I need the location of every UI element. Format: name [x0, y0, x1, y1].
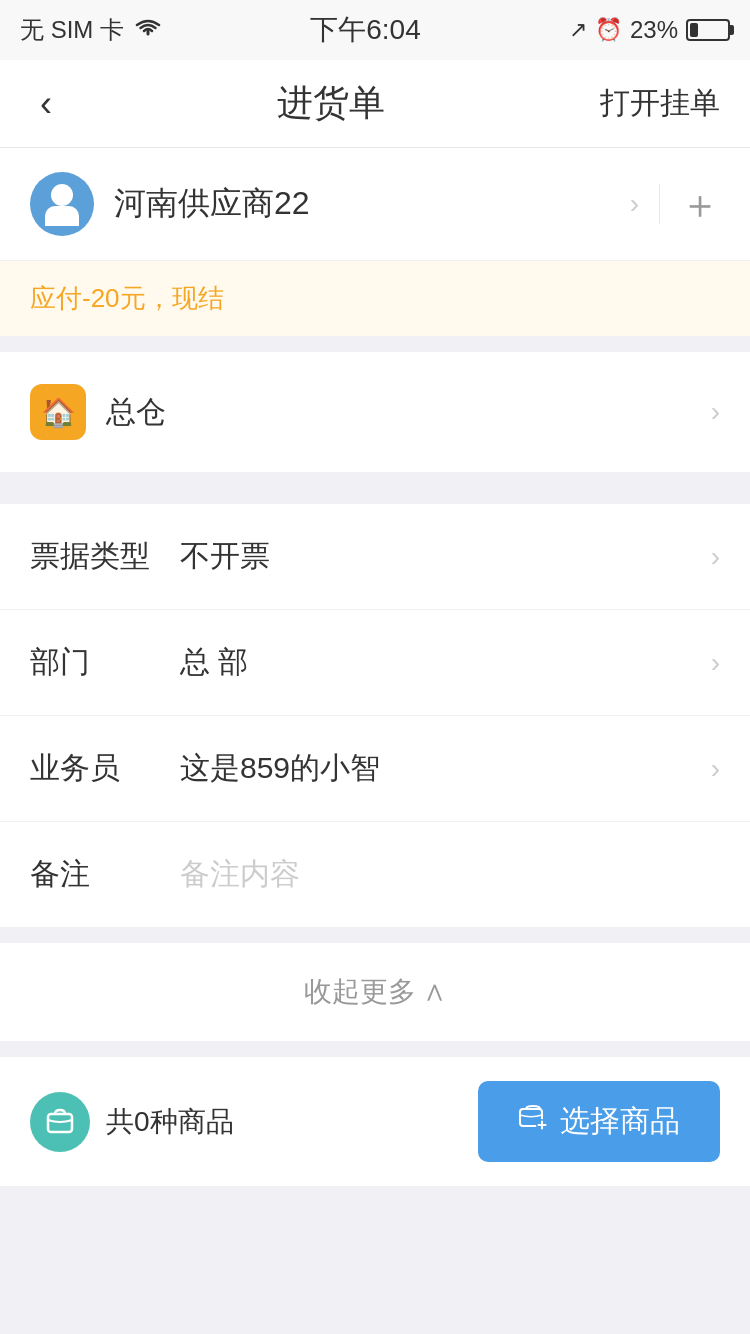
salesperson-chevron: ›	[711, 753, 720, 785]
supplier-chevron-icon: ›	[630, 188, 639, 220]
back-button[interactable]: ‹	[30, 73, 62, 135]
salesperson-row[interactable]: 业务员 这是859的小智 ›	[0, 716, 750, 822]
invoice-type-value: 不开票	[160, 536, 711, 577]
goods-count: 共0种商品	[30, 1092, 234, 1152]
form-section: 票据类型 不开票 › 部门 总 部 › 业务员 这是859的小智 › 备注 备注…	[0, 504, 750, 927]
notice-bar: 应付-20元，现结	[0, 261, 750, 336]
collapse-label: 收起更多 ∧	[304, 973, 447, 1011]
open-pending-button[interactable]: 打开挂单	[600, 83, 720, 124]
remark-label: 备注	[30, 854, 160, 895]
status-right: ↗ ⏰ 23%	[569, 16, 730, 44]
select-goods-label: 选择商品	[560, 1101, 680, 1142]
salesperson-value: 这是859的小智	[160, 748, 711, 789]
invoice-type-label: 票据类型	[30, 536, 160, 577]
supplier-name: 河南供应商22	[114, 182, 630, 226]
battery-label: 23%	[630, 16, 678, 44]
supplier-actions: › ＋	[630, 177, 720, 232]
supplier-section: 河南供应商22 › ＋ 应付-20元，现结	[0, 148, 750, 336]
warehouse-chevron-icon: ›	[711, 396, 720, 428]
location-icon: ↗	[569, 17, 587, 43]
select-goods-icon	[518, 1103, 548, 1140]
add-supplier-button[interactable]: ＋	[680, 177, 720, 232]
status-bar: 无 SIM 卡 下午6:04 ↗ ⏰ 23%	[0, 0, 750, 60]
department-chevron: ›	[711, 647, 720, 679]
page-title: 进货单	[277, 79, 385, 128]
carrier-label: 无 SIM 卡	[20, 14, 124, 46]
select-goods-button[interactable]: 选择商品	[478, 1081, 720, 1162]
wifi-icon	[134, 16, 162, 44]
supplier-row[interactable]: 河南供应商22 › ＋	[0, 148, 750, 261]
department-label: 部门	[30, 642, 160, 683]
nav-bar: ‹ 进货单 打开挂单	[0, 60, 750, 148]
section-gap-2	[0, 488, 750, 504]
goods-icon	[30, 1092, 90, 1152]
status-left: 无 SIM 卡	[20, 14, 162, 46]
bottom-bar: 共0种商品 选择商品	[0, 1057, 750, 1186]
remark-input[interactable]: 备注内容	[160, 854, 720, 895]
content: 河南供应商22 › ＋ 应付-20元，现结 🏠 总仓 › 票据类型	[0, 148, 750, 1186]
warehouse-row[interactable]: 🏠 总仓 ›	[0, 352, 750, 472]
invoice-type-chevron: ›	[711, 541, 720, 573]
warehouse-section: 🏠 总仓 ›	[0, 352, 750, 472]
divider	[659, 184, 660, 224]
avatar-person-icon	[38, 180, 86, 228]
house-icon: 🏠	[41, 396, 76, 429]
warehouse-name: 总仓	[106, 392, 711, 433]
status-time: 下午6:04	[310, 11, 421, 49]
salesperson-label: 业务员	[30, 748, 160, 789]
department-value: 总 部	[160, 642, 711, 683]
section-gap-1	[0, 336, 750, 352]
warehouse-icon: 🏠	[30, 384, 86, 440]
department-row[interactable]: 部门 总 部 ›	[0, 610, 750, 716]
collapse-row[interactable]: 收起更多 ∧	[0, 943, 750, 1041]
goods-count-label: 共0种商品	[106, 1103, 234, 1141]
remark-row[interactable]: 备注 备注内容	[0, 822, 750, 927]
supplier-avatar	[30, 172, 94, 236]
invoice-type-row[interactable]: 票据类型 不开票 ›	[0, 504, 750, 610]
alarm-icon: ⏰	[595, 17, 622, 43]
battery-icon	[686, 19, 730, 41]
notice-text: 应付-20元，现结	[30, 283, 224, 313]
